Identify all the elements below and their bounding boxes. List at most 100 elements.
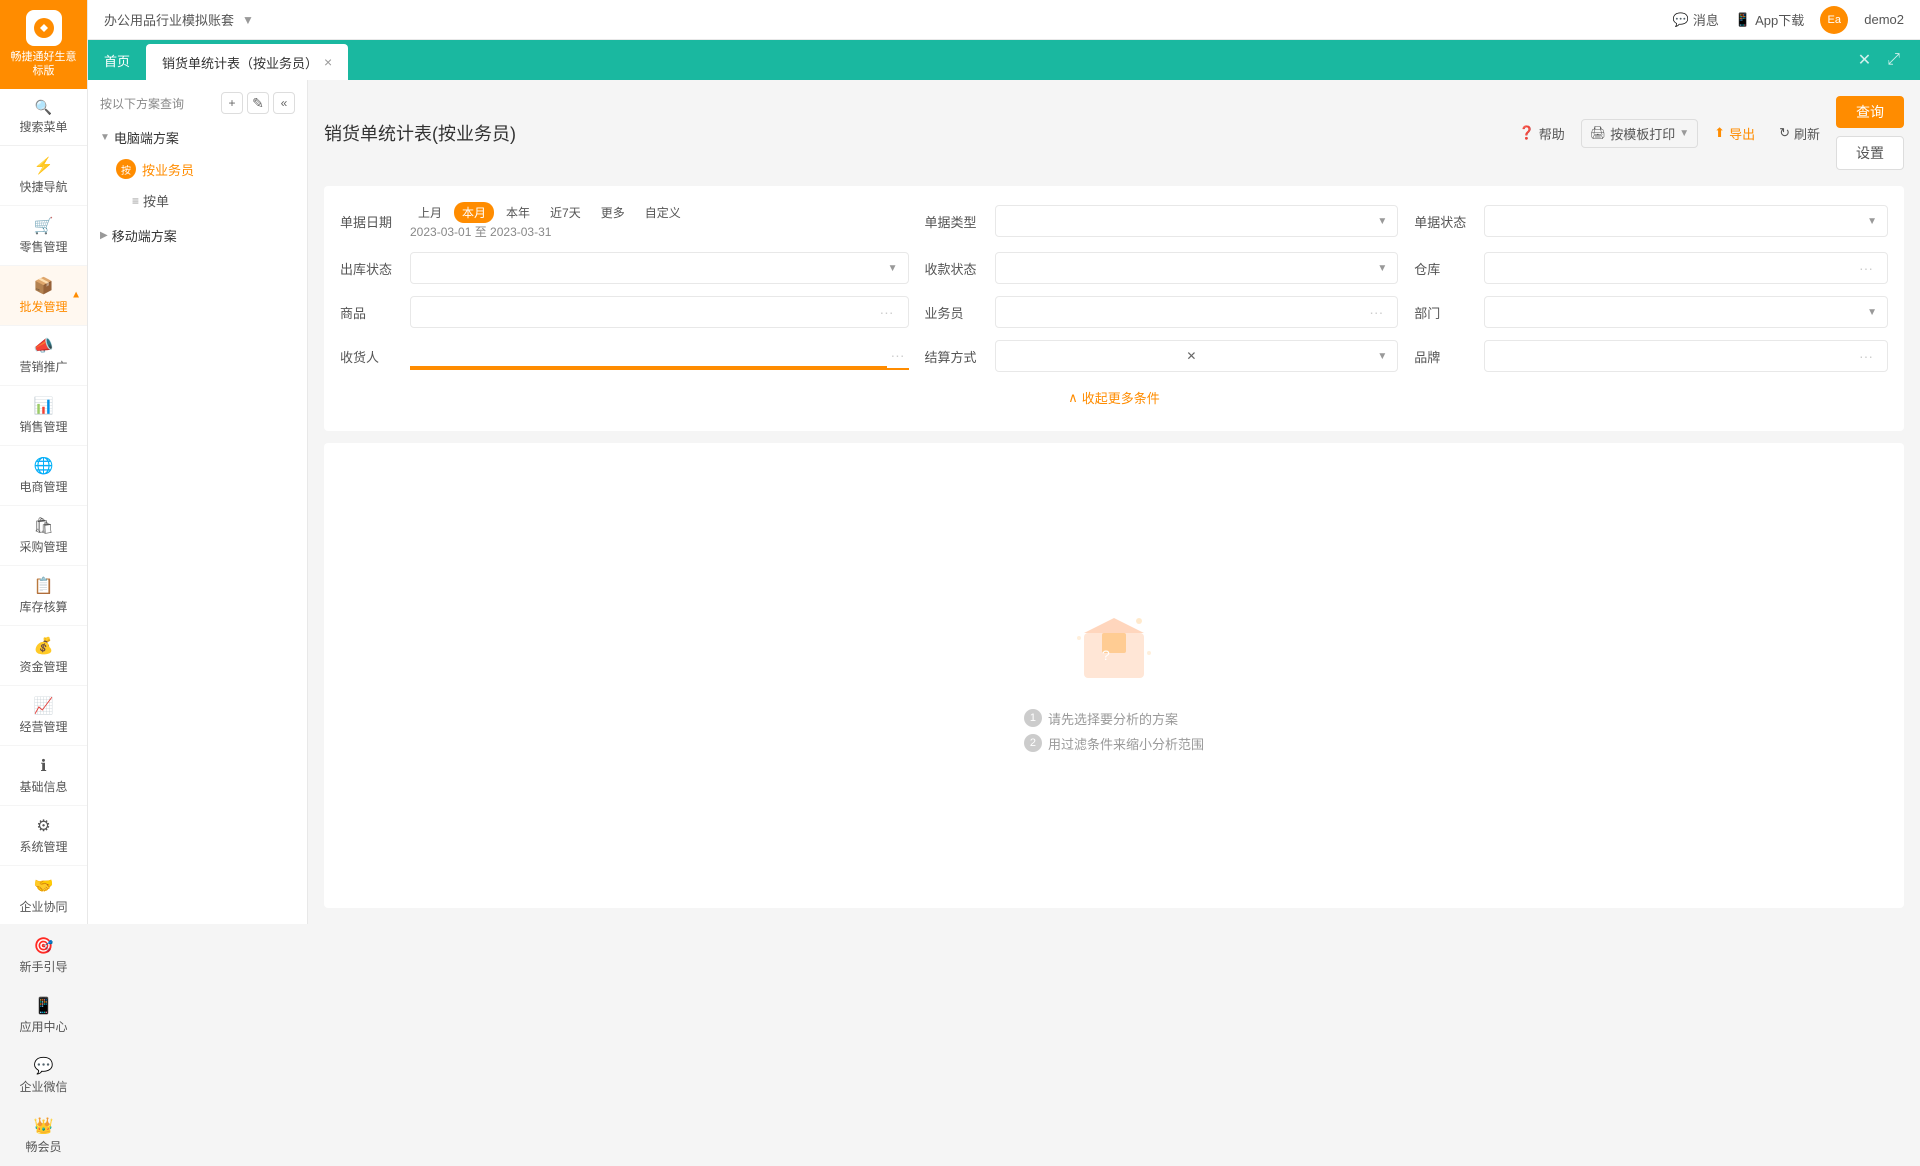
consignee-dots[interactable]: ··· bbox=[887, 347, 909, 363]
sidebar-item-basic[interactable]: ℹ 基础信息 bbox=[0, 746, 87, 806]
collapse-bar[interactable]: ∧ 收起更多条件 bbox=[340, 380, 1888, 415]
scheme-sub-item-by-order[interactable]: ≡ 按单 bbox=[88, 185, 307, 216]
tab-sales-stat[interactable]: 销货单统计表（按业务员） × bbox=[146, 44, 348, 80]
messages-button[interactable]: 💬 消息 bbox=[1673, 10, 1719, 29]
scheme-group-mobile: ▶ 移动端方案 bbox=[88, 220, 307, 251]
sidebar-item-wholesale[interactable]: 📦 批发管理 ▲ bbox=[0, 266, 87, 326]
help-button[interactable]: ❓ 帮助 bbox=[1511, 120, 1573, 147]
tab-sales-stat-label: 销货单统计表（按业务员） bbox=[162, 53, 318, 72]
query-button[interactable]: 查询 bbox=[1836, 96, 1904, 128]
sidebar-item-ecommerce[interactable]: 🌐 电商管理 bbox=[0, 446, 87, 506]
scheme-group-pc-header[interactable]: ▼ 电脑端方案 bbox=[88, 122, 307, 153]
date-tab-last-7[interactable]: 近7天 bbox=[542, 202, 589, 223]
topbar-right: 💬 消息 📱 App下载 Ea demo2 bbox=[1673, 6, 1904, 34]
date-tab-more[interactable]: 更多 bbox=[593, 202, 633, 223]
consignee-input-group: ··· bbox=[410, 343, 909, 370]
department-select[interactable]: ▼ bbox=[1484, 296, 1888, 328]
goods-dots[interactable]: ··· bbox=[876, 304, 898, 320]
doc-type-select[interactable]: ▼ bbox=[995, 205, 1399, 237]
filter-warehouse-group: 仓库 ··· bbox=[1414, 252, 1888, 284]
scheme-item-icon: 按 bbox=[116, 159, 136, 179]
salesperson-dots[interactable]: ··· bbox=[1365, 304, 1387, 320]
svg-text:?: ? bbox=[1102, 647, 1110, 663]
print-button[interactable]: 🖨 按模板打印 ▼ bbox=[1581, 119, 1698, 148]
sidebar-item-corp-wechat[interactable]: 💬 企业微信 bbox=[0, 1046, 87, 1106]
brand-select[interactable]: ··· bbox=[1484, 340, 1888, 372]
scheme-item-by-salesperson[interactable]: 按 按业务员 bbox=[88, 153, 307, 185]
scheme-sub-label: 按单 bbox=[143, 191, 169, 210]
filter-consignee-group: 收货人 ··· bbox=[340, 343, 909, 370]
sidebar-item-operation[interactable]: 📈 经营管理 bbox=[0, 686, 87, 746]
sidebar-item-search-menu[interactable]: 🔍 搜索菜单 bbox=[0, 89, 87, 146]
out-status-select[interactable]: ▼ bbox=[410, 252, 909, 284]
empty-state-icon: ? bbox=[1064, 593, 1164, 693]
warehouse-select[interactable]: ··· bbox=[1484, 252, 1888, 284]
brand-dots[interactable]: ··· bbox=[1855, 348, 1877, 364]
tab-close-window-button[interactable]: ✕ bbox=[1854, 46, 1875, 74]
sidebar-item-app-center[interactable]: 📱 应用中心 bbox=[0, 986, 87, 1046]
refresh-icon: ↻ bbox=[1779, 125, 1790, 141]
date-tabs: 上月 本月 本年 近7天 更多 自定义 bbox=[410, 202, 689, 223]
empty-hint-2: 2 用过滤条件来缩小分析范围 bbox=[1024, 734, 1204, 753]
settlement-label: 结算方式 bbox=[925, 347, 995, 366]
refresh-button[interactable]: ↻ 刷新 bbox=[1771, 120, 1828, 147]
date-tab-this-year[interactable]: 本年 bbox=[498, 202, 538, 223]
tab-maximize-button[interactable]: ⤢ bbox=[1883, 47, 1904, 73]
scheme-group-mobile-header[interactable]: ▶ 移动端方案 bbox=[88, 220, 307, 251]
scheme-group-pc: ▼ 电脑端方案 按 按业务员 ≡ 按单 bbox=[88, 122, 307, 216]
export-icon: ⬆ bbox=[1714, 125, 1725, 141]
goods-label: 商品 bbox=[340, 303, 410, 322]
filter-date-group: 单据日期 上月 本月 本年 近7天 更多 自定义 2023-03-01 至 20… bbox=[340, 202, 909, 240]
filter-row-2: 出库状态 ▼ 收款状态 ▼ 仓库 bbox=[340, 252, 1888, 284]
sidebar-item-system[interactable]: ⚙ 系统管理 bbox=[0, 806, 87, 866]
scheme-collapse-button[interactable]: « bbox=[273, 92, 295, 114]
sidebar-item-newbie[interactable]: 🎯 新手引导 bbox=[0, 926, 87, 986]
sidebar-item-corp[interactable]: 🤝 企业协同 bbox=[0, 866, 87, 926]
sidebar-logo[interactable]: 畅捷通好生意 标版 bbox=[0, 0, 87, 89]
sidebar-item-purchase[interactable]: 🛍 采购管理 bbox=[0, 506, 87, 566]
avatar[interactable]: Ea bbox=[1820, 6, 1848, 34]
warehouse-dots[interactable]: ··· bbox=[1855, 260, 1877, 276]
print-icon: 🖨 bbox=[1590, 125, 1607, 141]
topbar-dropdown-arrow[interactable]: ▼ bbox=[242, 13, 254, 27]
sidebar-item-marketing[interactable]: 📣 营销推广 bbox=[0, 326, 87, 386]
doc-status-select[interactable]: ▼ bbox=[1484, 205, 1888, 237]
export-button[interactable]: ⬆ 导出 bbox=[1706, 120, 1763, 147]
settlement-clear-icon[interactable]: ✕ bbox=[1182, 349, 1200, 363]
salesperson-select[interactable]: ··· bbox=[995, 296, 1399, 328]
sidebar-item-retail[interactable]: 🛒 零售管理 bbox=[0, 206, 87, 266]
filter-receipt-status-group: 收款状态 ▼ bbox=[925, 252, 1399, 284]
doc-type-arrow-icon: ▼ bbox=[1377, 216, 1387, 227]
user-name[interactable]: demo2 bbox=[1864, 12, 1904, 27]
scheme-group-pc-label: 电脑端方案 bbox=[114, 128, 179, 147]
collapse-icon: ∧ bbox=[1068, 390, 1078, 406]
scheme-sub-icon: ≡ bbox=[132, 194, 139, 208]
settings-button[interactable]: 设置 bbox=[1836, 136, 1904, 170]
sidebar-item-quick-nav[interactable]: ⚡ 快捷导航 bbox=[0, 146, 87, 206]
tab-close-button[interactable]: × bbox=[324, 54, 332, 70]
doc-type-label: 单据类型 bbox=[925, 212, 995, 231]
topbar-title: 办公用品行业模拟账套 bbox=[104, 10, 234, 29]
main-area: 办公用品行业模拟账套 ▼ 💬 消息 📱 App下载 Ea demo2 首页 销货… bbox=[88, 0, 1920, 924]
consignee-input[interactable] bbox=[410, 343, 887, 368]
sidebar-item-member[interactable]: 👑 畅会员 bbox=[0, 1106, 87, 1166]
sidebar-item-inventory[interactable]: 📋 库存核算 bbox=[0, 566, 87, 626]
consignee-label: 收货人 bbox=[340, 347, 410, 366]
settlement-select[interactable]: ✕ ▼ bbox=[995, 340, 1399, 372]
receipt-status-label: 收款状态 bbox=[925, 259, 995, 278]
sidebar-item-finance[interactable]: 💰 资金管理 bbox=[0, 626, 87, 686]
hint-num-1: 1 bbox=[1024, 709, 1042, 727]
tabbar: 首页 销货单统计表（按业务员） × ✕ ⤢ bbox=[88, 40, 1920, 80]
sidebar-item-sales[interactable]: 📊 销售管理 bbox=[0, 386, 87, 446]
date-range-value: 2023-03-01 至 2023-03-31 bbox=[410, 223, 697, 240]
app-download-button[interactable]: 📱 App下载 bbox=[1735, 10, 1804, 29]
scheme-add-button[interactable]: + bbox=[221, 92, 243, 114]
scheme-edit-button[interactable]: ✎ bbox=[247, 92, 269, 114]
date-tab-custom[interactable]: 自定义 bbox=[637, 202, 689, 223]
goods-select[interactable]: ··· bbox=[410, 296, 909, 328]
receipt-status-select[interactable]: ▼ bbox=[995, 252, 1399, 284]
tab-home[interactable]: 首页 bbox=[88, 40, 146, 80]
date-tab-last-month[interactable]: 上月 bbox=[410, 202, 450, 223]
date-tab-this-month[interactable]: 本月 bbox=[454, 202, 494, 223]
scheme-panel: 按以下方案查询 + ✎ « ▼ 电脑端方案 按 按业务员 ≡ bbox=[88, 80, 308, 924]
